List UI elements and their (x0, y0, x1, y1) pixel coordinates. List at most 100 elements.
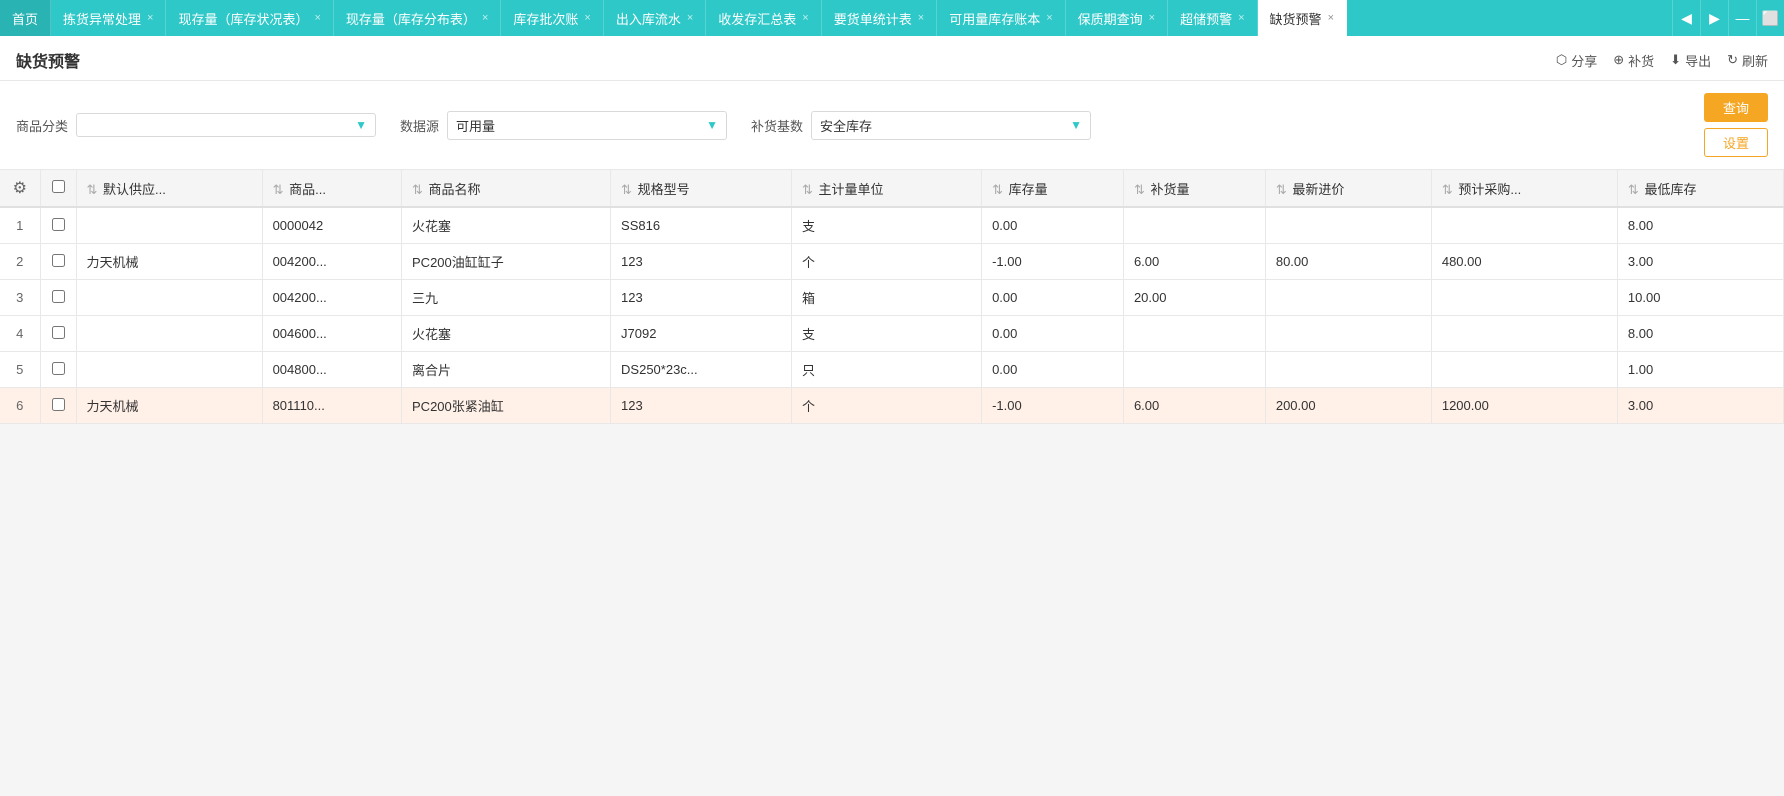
row-checkbox[interactable] (52, 326, 65, 339)
product-category-select[interactable]: ▼ (76, 113, 376, 137)
settings-button[interactable]: 设置 (1704, 128, 1768, 157)
tab-shortage-warning[interactable]: 缺货预警 × (1258, 0, 1347, 36)
cell-min-stock: 1.00 (1617, 352, 1783, 388)
table-row: 4 004600... 火花塞 J7092 支 0.00 8.00 (0, 316, 1784, 352)
replenish-base-label: 补货基数 (751, 116, 803, 135)
cell-stock: -1.00 (982, 388, 1124, 424)
data-source-label: 数据源 (400, 116, 439, 135)
gear-icon[interactable]: ⚙ (13, 180, 27, 197)
tab-home[interactable]: 首页 (0, 0, 51, 36)
data-source-select[interactable]: 可用量 ▼ (447, 111, 727, 140)
column-product-code[interactable]: ⇅ 商品... (262, 170, 401, 207)
tab-order-stats[interactable]: 要货单统计表 × (822, 0, 937, 36)
row-checkbox[interactable] (52, 254, 65, 267)
cell-spec: DS250*23c... (611, 352, 792, 388)
header-actions: ⬡ 分享 ⊕ 补货 ⬇ 导出 ↻ 刷新 (1556, 51, 1768, 70)
cell-default-supplier: 力天机械 (76, 388, 262, 424)
cell-forecast-purchase (1431, 316, 1617, 352)
column-latest-price[interactable]: ⇅ 最新进价 (1265, 170, 1431, 207)
share-action[interactable]: ⬡ 分享 (1556, 51, 1597, 70)
select-all-checkbox[interactable] (52, 180, 65, 193)
page-header: 缺货预警 ⬡ 分享 ⊕ 补货 ⬇ 导出 ↻ 刷新 (0, 36, 1784, 81)
column-replenish-qty[interactable]: ⇅ 补货量 (1123, 170, 1265, 207)
cell-unit: 只 (791, 352, 981, 388)
cell-min-stock: 3.00 (1617, 244, 1783, 280)
product-category-group: 商品分类 ▼ (16, 113, 376, 137)
tab-available-ledger[interactable]: 可用量库存账本 × (937, 0, 1065, 36)
column-product-name[interactable]: ⇅ 商品名称 (402, 170, 611, 207)
export-icon: ⬇ (1670, 52, 1681, 68)
sort-icon: ⇅ (621, 182, 632, 197)
column-default-supplier[interactable]: ⇅ 默认供应... (76, 170, 262, 207)
export-action[interactable]: ⬇ 导出 (1670, 51, 1711, 70)
close-icon[interactable]: × (482, 12, 488, 24)
cell-min-stock: 8.00 (1617, 316, 1783, 352)
nav-next-btn[interactable]: ▶ (1700, 0, 1728, 36)
cell-product-name: 火花塞 (402, 207, 611, 244)
row-checkbox-cell (40, 280, 76, 316)
query-button[interactable]: 查询 (1704, 93, 1768, 122)
cell-latest-price: 80.00 (1265, 244, 1431, 280)
refresh-action[interactable]: ↻ 刷新 (1727, 51, 1768, 70)
row-checkbox-cell (40, 207, 76, 244)
close-icon[interactable]: × (314, 12, 320, 24)
close-icon[interactable]: × (687, 12, 693, 24)
replenish-action[interactable]: ⊕ 补货 (1613, 51, 1654, 70)
tab-expiry-query[interactable]: 保质期查询 × (1066, 0, 1168, 36)
column-unit[interactable]: ⇅ 主计量单位 (791, 170, 981, 207)
row-number: 2 (0, 244, 40, 280)
column-spec[interactable]: ⇅ 规格型号 (611, 170, 792, 207)
product-category-label: 商品分类 (16, 116, 68, 135)
data-table: ⚙ ⇅ 默认供应... ⇅ 商品... ⇅ 商品名称 (0, 170, 1784, 424)
sort-icon: ⇅ (87, 182, 98, 197)
close-icon[interactable]: × (802, 12, 808, 24)
row-number: 3 (0, 280, 40, 316)
tab-stock-distribution[interactable]: 现存量（库存分布表） × (334, 0, 501, 36)
cell-min-stock: 10.00 (1617, 280, 1783, 316)
nav-maximize-btn[interactable]: ⬜ (1756, 0, 1784, 36)
close-icon[interactable]: × (918, 12, 924, 24)
tab-receive-summary[interactable]: 收发存汇总表 × (706, 0, 821, 36)
tab-inout-flow[interactable]: 出入库流水 × (604, 0, 706, 36)
column-forecast-purchase[interactable]: ⇅ 预计采购... (1431, 170, 1617, 207)
close-icon[interactable]: × (584, 12, 590, 24)
cell-latest-price (1265, 316, 1431, 352)
column-min-stock[interactable]: ⇅ 最低库存 (1617, 170, 1783, 207)
nav-minimize-btn[interactable]: — (1728, 0, 1756, 36)
nav-prev-btn[interactable]: ◀ (1672, 0, 1700, 36)
cell-unit: 支 (791, 207, 981, 244)
cell-min-stock: 8.00 (1617, 207, 1783, 244)
tab-overstock-warning[interactable]: 超储预警 × (1168, 0, 1257, 36)
cell-forecast-purchase: 1200.00 (1431, 388, 1617, 424)
replenish-base-value: 安全库存 (820, 116, 872, 135)
row-checkbox[interactable] (52, 218, 65, 231)
tab-batch-account[interactable]: 库存批次账 × (501, 0, 603, 36)
close-icon[interactable]: × (147, 12, 153, 24)
column-stock[interactable]: ⇅ 库存量 (982, 170, 1124, 207)
row-number: 5 (0, 352, 40, 388)
cell-product-name: 三九 (402, 280, 611, 316)
close-icon[interactable]: × (1328, 12, 1334, 24)
cell-unit: 箱 (791, 280, 981, 316)
close-icon[interactable]: × (1149, 12, 1155, 24)
cell-replenish-qty: 20.00 (1123, 280, 1265, 316)
cell-min-stock: 3.00 (1617, 388, 1783, 424)
cell-default-supplier (76, 207, 262, 244)
row-checkbox[interactable] (52, 290, 65, 303)
close-icon[interactable]: × (1046, 12, 1052, 24)
close-icon[interactable]: × (1238, 12, 1244, 24)
row-checkbox[interactable] (52, 362, 65, 375)
sort-icon: ⇅ (1628, 182, 1639, 197)
cell-stock: 0.00 (982, 316, 1124, 352)
cell-product-name: 离合片 (402, 352, 611, 388)
tab-picking-exception[interactable]: 拣货异常处理 × (51, 0, 166, 36)
replenish-base-select[interactable]: 安全库存 ▼ (811, 111, 1091, 140)
replenish-icon: ⊕ (1613, 52, 1624, 68)
cell-replenish-qty (1123, 207, 1265, 244)
row-checkbox[interactable] (52, 398, 65, 411)
tab-stock-status[interactable]: 现存量（库存状况表） × (166, 0, 333, 36)
cell-replenish-qty (1123, 316, 1265, 352)
sort-icon: ⇅ (273, 182, 284, 197)
column-settings[interactable]: ⚙ (0, 170, 40, 207)
cell-stock: 0.00 (982, 352, 1124, 388)
